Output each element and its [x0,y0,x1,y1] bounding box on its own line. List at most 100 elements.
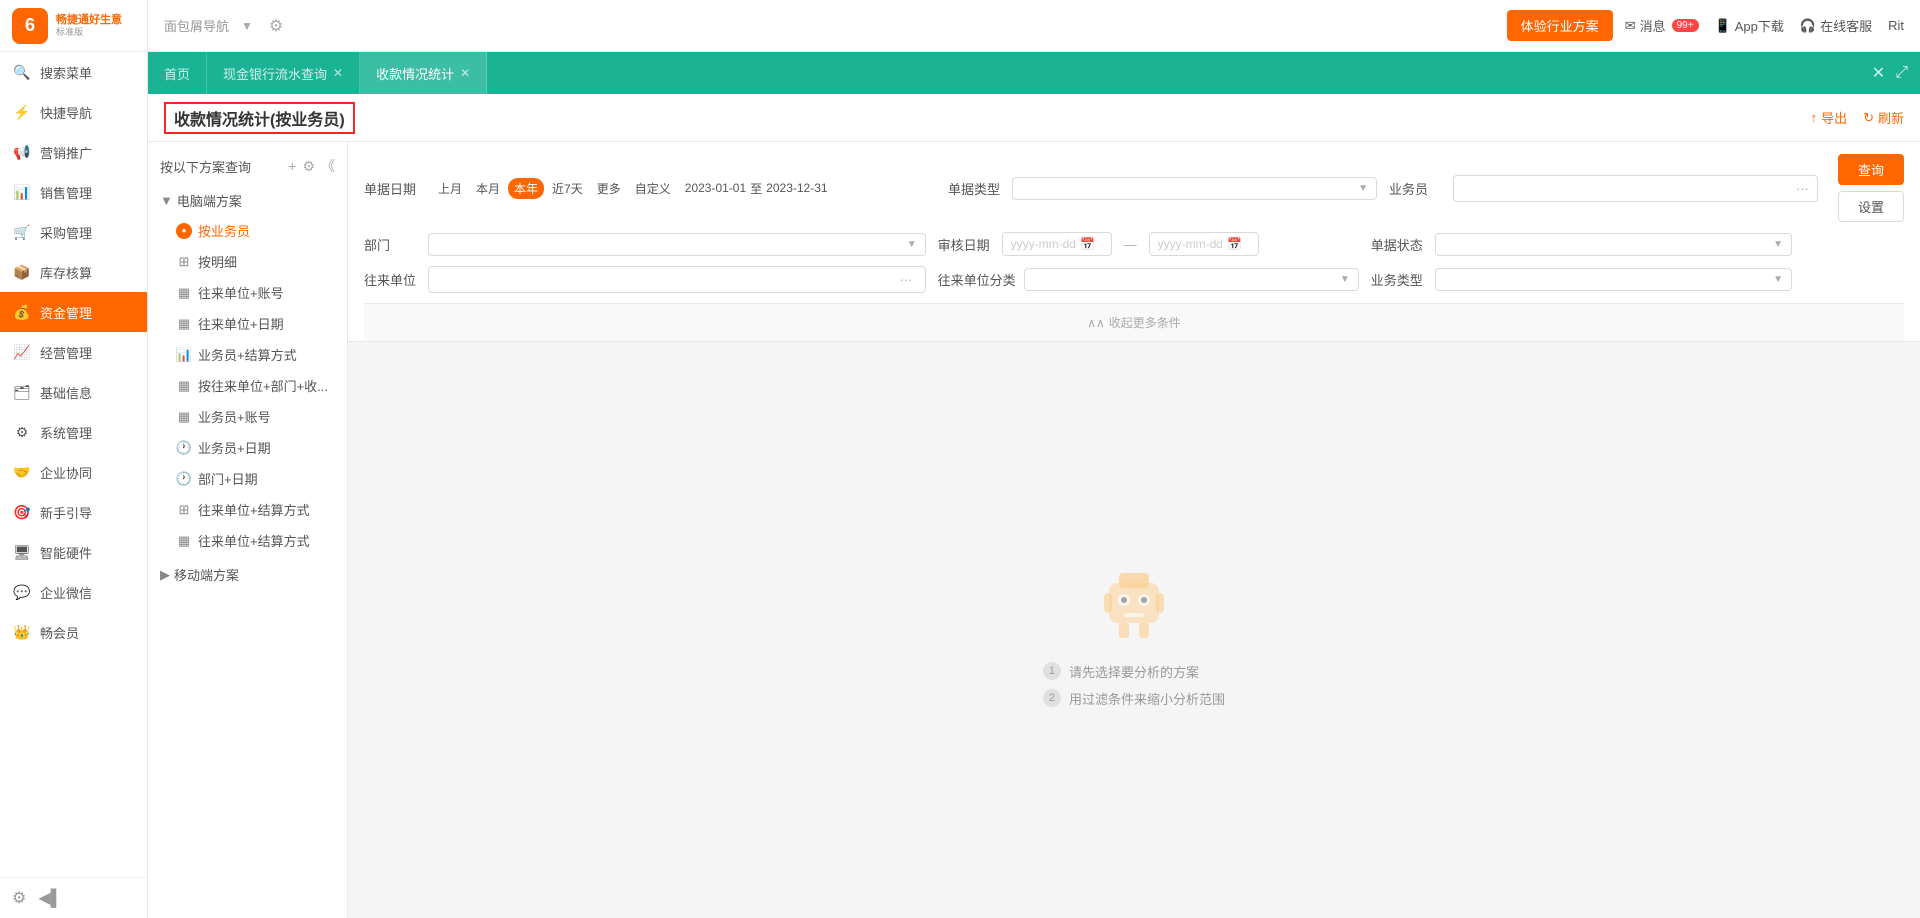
scheme-group-mobile-title[interactable]: ▶ 移动端方案 [148,560,347,589]
sidebar-item-system[interactable]: ⚙ 系统管理 [0,412,147,452]
scheme-item-unit-settle2[interactable]: ▦ 往来单位+结算方式 [148,525,347,556]
scheme-group-desktop-title[interactable]: ▼ 电脑端方案 [148,186,347,215]
counterparty-cat-select[interactable]: ▼ [1024,268,1359,291]
message-action[interactable]: ✉ 消息 99+ [1625,16,1699,35]
tab-maximize-btn[interactable]: ⤢ [1895,64,1908,82]
scheme-item-detail[interactable]: ⊞ 按明细 [148,246,347,277]
sidebar-item-collab[interactable]: 🤝 企业协同 [0,452,147,492]
counterparty-select[interactable]: ··· [428,266,926,293]
refresh-button[interactable]: ↻ 刷新 [1863,108,1904,127]
scheme-header-icons: + ⚙ 《 [288,156,335,176]
app-logo-text: 畅捷通好生意 标准版 [56,13,122,39]
tab-receipt-stats-close[interactable]: ✕ [460,66,470,80]
user-avatar[interactable]: Rit [1888,18,1904,33]
tab-bank-flow-close[interactable]: ✕ [333,66,343,80]
app-download-action[interactable]: 📱 App下载 [1715,16,1784,35]
tab-receipt-stats[interactable]: 收款情况统计 ✕ [360,52,487,94]
voucher-status-select[interactable]: ▼ [1435,233,1792,256]
scheme-setting-icon[interactable]: ⚙ [302,158,315,175]
scheme-item-icon-unit-account: ▦ [176,285,192,301]
scheme-item-unit-date[interactable]: ▦ 往来单位+日期 [148,308,347,339]
salesman-select[interactable]: ··· [1453,175,1818,202]
sidebar-item-guide[interactable]: 🎯 新手引导 [0,492,147,532]
page-header: 收款情况统计(按业务员) ↑ 导出 ↻ 刷新 [148,94,1920,142]
tab-home[interactable]: 首页 [148,52,207,94]
online-service-action[interactable]: 🎧 在线客服 [1800,16,1872,35]
audit-date-from[interactable]: yyyy-mm-dd 📅 [1002,232,1112,256]
tab-close-window-btn[interactable]: ✕ [1872,63,1885,83]
scheme-item-salesman-date[interactable]: 🕐 业务员+日期 [148,432,347,463]
scheme-add-icon[interactable]: + [288,158,296,174]
tabbar: 首页 现金银行流水查询 ✕ 收款情况统计 ✕ ✕ ⤢ [148,52,1920,94]
filter-row-3: 往来单位 ··· 往来单位分类 ▼ [364,266,1904,293]
operations-icon: 📈 [12,342,32,362]
counterparty-more-btn[interactable]: ··· [900,272,913,287]
footer-settings-icon[interactable]: ⚙ [12,888,26,908]
export-button[interactable]: ↑ 导出 [1811,108,1848,127]
filter-row-1: 单据日期 上月 本月 本年 近7天 更多 自定义 2023-01-01 [364,154,1904,222]
collab-icon: 🤝 [12,462,32,482]
tab-bank-flow[interactable]: 现金银行流水查询 ✕ [207,52,360,94]
counterparty-cat-label: 往来单位分类 [938,270,1016,289]
sidebar-item-finance[interactable]: 💰 资金管理 [0,292,147,332]
dept-field: 部门 ▼ [364,233,926,256]
cal-from-icon: 📅 [1080,237,1095,251]
scheme-item-icon-unit-settle2: ▦ [176,533,192,549]
date-tab-7days[interactable]: 近7天 [546,178,589,199]
dept-select[interactable]: ▼ [428,233,926,256]
sidebar-item-quicknav[interactable]: ⚡ 快捷导航 [0,92,147,132]
sidebar-item-sales[interactable]: 📊 销售管理 [0,172,147,212]
date-tab-custom[interactable]: 自定义 [629,178,677,199]
sidebar-item-marketing[interactable]: 📢 营销推广 [0,132,147,172]
scheme-collapse-icon[interactable]: 《 [321,156,335,176]
audit-date-to[interactable]: yyyy-mm-dd 📅 [1149,232,1259,256]
topbar-settings-icon[interactable]: ⚙ [269,16,283,36]
app-logo-icon: 6 [12,8,48,44]
hardware-icon: 🖥 [12,542,32,562]
collapse-chevron-icon: ∧∧ [1087,316,1105,330]
sidebar-item-hardware[interactable]: 🖥 智能硬件 [0,532,147,572]
sidebar-item-inventory[interactable]: 📦 库存核算 [0,252,147,292]
salesman-label: 业务员 [1389,179,1445,198]
salesman-more-btn[interactable]: ··· [1796,181,1809,196]
topbar-breadcrumb: 面包屑导航 [164,16,229,35]
scheme-item-unit-account[interactable]: ▦ 往来单位+账号 [148,277,347,308]
export-icon: ↑ [1811,110,1818,125]
setting-button[interactable]: 设置 [1838,191,1904,222]
biz-type-select[interactable]: ▼ [1435,268,1792,291]
message-icon: ✉ [1625,18,1636,34]
date-field: 单据日期 上月 本月 本年 近7天 更多 自定义 2023-01-01 [364,178,936,199]
date-tab-this-year[interactable]: 本年 [508,178,544,199]
scheme-item-salesman-settle[interactable]: 📊 业务员+结算方式 [148,339,347,370]
finance-icon: 💰 [12,302,32,322]
query-actions: 查询 设置 [1830,154,1904,222]
counterparty-cat-caret: ▼ [1340,274,1350,285]
date-tab-more[interactable]: 更多 [591,178,627,199]
scheme-item-salesman-account[interactable]: ▦ 业务员+账号 [148,401,347,432]
date-tab-last-month[interactable]: 上月 [432,178,468,199]
type-select[interactable]: ▼ [1012,177,1377,200]
wechat-icon: 💬 [12,582,32,602]
scheme-item-by-salesman[interactable]: ● 按业务员 [148,215,347,246]
sidebar-item-search[interactable]: 🔍 搜索菜单 [0,52,147,92]
sidebar-item-basic-info[interactable]: 🗂 基础信息 [0,372,147,412]
scheme-item-unit-settle1[interactable]: ⊞ 往来单位+结算方式 [148,494,347,525]
footer-collapse-icon[interactable]: ◀▌ [38,888,62,908]
trial-plan-button[interactable]: 体验行业方案 [1507,10,1613,41]
scheme-item-icon-unit-settle1: ⊞ [176,502,192,518]
topbar-dropdown-icon[interactable]: ▼ [241,19,253,33]
query-button[interactable]: 查询 [1838,154,1904,185]
sidebar-item-purchase[interactable]: 🛒 采购管理 [0,212,147,252]
scheme-item-icon-salesman-settle: 📊 [176,347,192,363]
date-range-display: 2023-01-01 至 2023-12-31 [685,180,828,197]
sidebar-item-wechat[interactable]: 💬 企业微信 [0,572,147,612]
scheme-item-dept-date[interactable]: 🕐 部门+日期 [148,463,347,494]
sidebar-item-operations[interactable]: 📈 经营管理 [0,332,147,372]
marketing-icon: 📢 [12,142,32,162]
collapse-conditions-btn[interactable]: ∧∧ 收起更多条件 [364,303,1904,341]
tip-num-2: 2 [1043,689,1061,707]
counterparty-field: 往来单位 ··· [364,266,926,293]
scheme-item-unit-dept-recv[interactable]: ▦ 按往来单位+部门+收... [148,370,347,401]
sidebar-item-member[interactable]: 👑 畅会员 [0,612,147,652]
date-tab-this-month[interactable]: 本月 [470,178,506,199]
